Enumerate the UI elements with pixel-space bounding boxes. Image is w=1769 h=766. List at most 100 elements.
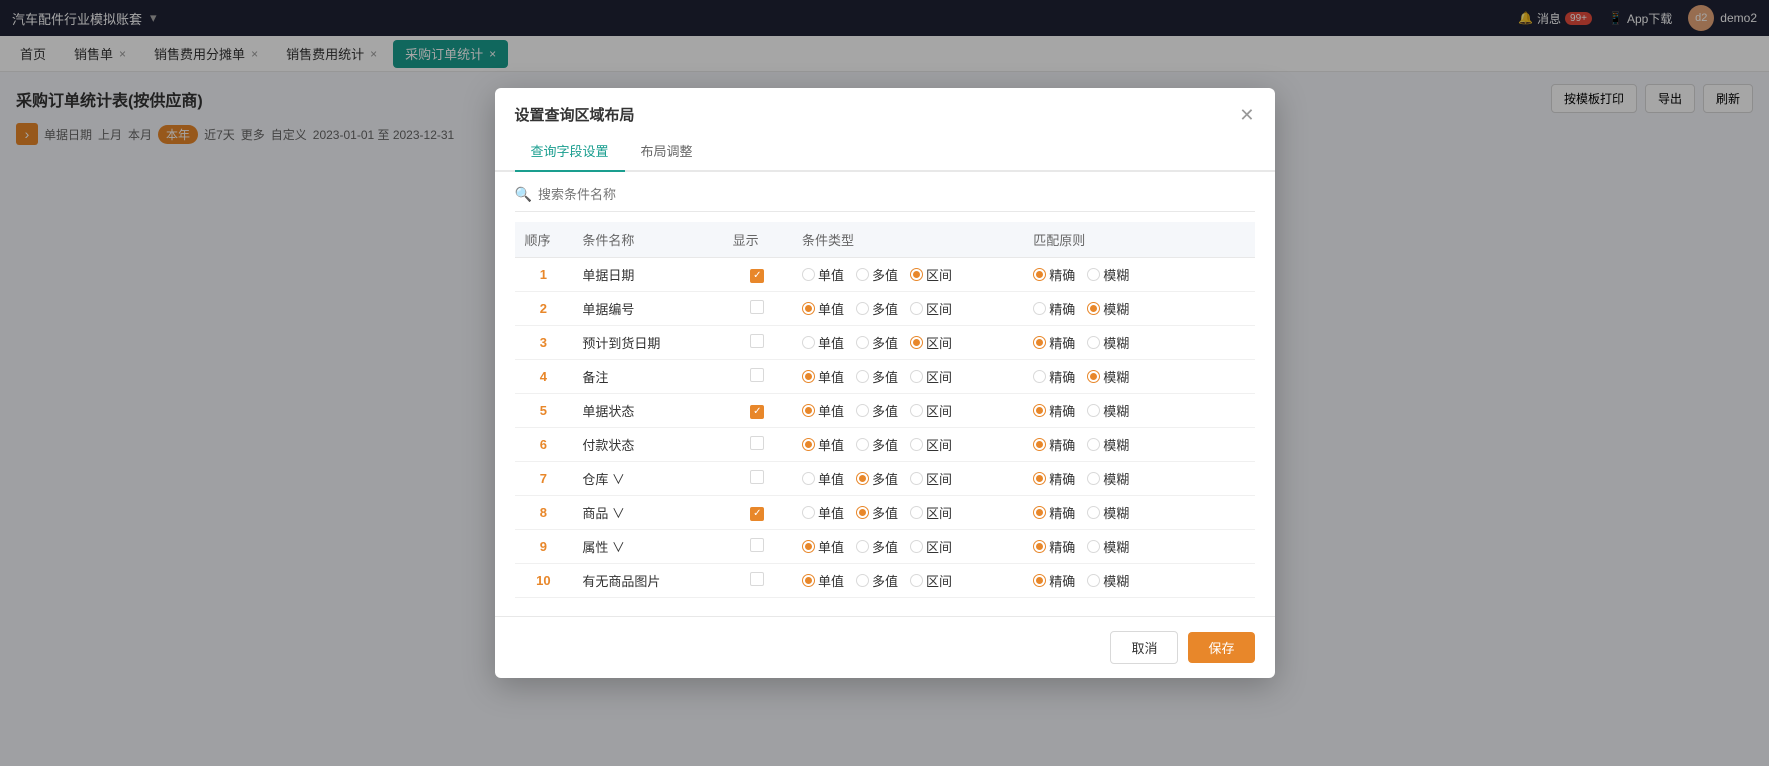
- row-display[interactable]: [723, 530, 792, 564]
- type-radio-single[interactable]: 单值: [802, 435, 844, 454]
- type-radio-range[interactable]: 区间: [910, 299, 952, 318]
- row-display[interactable]: [723, 428, 792, 462]
- display-checkbox[interactable]: [750, 436, 764, 450]
- row-display[interactable]: [723, 598, 792, 603]
- type-radio-range[interactable]: 区间: [910, 503, 952, 522]
- match-label-fuzzy: 模糊: [1103, 435, 1129, 454]
- type-radio-multi[interactable]: 多值: [856, 367, 898, 386]
- type-radio-range[interactable]: 区间: [910, 469, 952, 488]
- type-radio-single[interactable]: 单值: [802, 503, 844, 522]
- match-radio-exact[interactable]: 精确: [1033, 265, 1075, 284]
- type-label-range: 区间: [926, 435, 952, 454]
- type-radio-multi[interactable]: 多值: [856, 333, 898, 352]
- row-display[interactable]: ✓: [723, 496, 792, 530]
- match-radio-exact[interactable]: 精确: [1033, 503, 1075, 522]
- type-radio-multi[interactable]: 多值: [856, 435, 898, 454]
- type-radio-single[interactable]: 单值: [802, 401, 844, 420]
- match-radio-exact[interactable]: 精确: [1033, 435, 1075, 454]
- row-match: 精确模糊: [1023, 292, 1254, 326]
- type-radio-multi[interactable]: 多值: [856, 537, 898, 556]
- type-radio-multi[interactable]: 多值: [856, 299, 898, 318]
- display-checkbox[interactable]: [750, 334, 764, 348]
- match-radio-fuzzy[interactable]: 模糊: [1087, 333, 1129, 352]
- match-radio-exact[interactable]: 精确: [1033, 537, 1075, 556]
- radio-dot-multi: [856, 574, 869, 587]
- type-radio-group: 单值多值区间: [802, 401, 1013, 420]
- type-radio-range[interactable]: 区间: [910, 265, 952, 284]
- row-display[interactable]: [723, 462, 792, 496]
- match-radio-exact[interactable]: 精确: [1033, 333, 1075, 352]
- match-radio-fuzzy[interactable]: 模糊: [1087, 435, 1129, 454]
- display-checkbox[interactable]: [750, 538, 764, 552]
- type-label-multi: 多值: [872, 469, 898, 488]
- radio-dot-range: [910, 268, 923, 281]
- type-radio-single[interactable]: 单值: [802, 469, 844, 488]
- match-dot-exact: [1033, 472, 1046, 485]
- match-radio-fuzzy[interactable]: 模糊: [1087, 299, 1129, 318]
- match-dot-fuzzy: [1087, 540, 1100, 553]
- type-radio-range[interactable]: 区间: [910, 333, 952, 352]
- match-radio-group: 精确模糊: [1033, 537, 1244, 556]
- row-display[interactable]: ✓: [723, 258, 792, 292]
- type-radio-single[interactable]: 单值: [802, 265, 844, 284]
- type-radio-range[interactable]: 区间: [910, 401, 952, 420]
- save-button[interactable]: 保存: [1188, 632, 1254, 663]
- match-radio-fuzzy[interactable]: 模糊: [1087, 469, 1129, 488]
- row-display[interactable]: ✓: [723, 394, 792, 428]
- type-radio-range[interactable]: 区间: [910, 537, 952, 556]
- display-checkbox[interactable]: [750, 572, 764, 586]
- match-radio-exact[interactable]: 精确: [1033, 469, 1075, 488]
- row-display[interactable]: [723, 360, 792, 394]
- type-radio-range[interactable]: 区间: [910, 571, 952, 590]
- type-radio-single[interactable]: 单值: [802, 367, 844, 386]
- display-checkbox[interactable]: ✓: [750, 405, 764, 419]
- display-checkbox[interactable]: [750, 470, 764, 484]
- type-radio-multi[interactable]: 多值: [856, 265, 898, 284]
- match-radio-fuzzy[interactable]: 模糊: [1087, 503, 1129, 522]
- match-radio-exact[interactable]: 精确: [1033, 367, 1075, 386]
- type-radio-range[interactable]: 区间: [910, 367, 952, 386]
- row-display[interactable]: [723, 292, 792, 326]
- table-row: 2单据编号单值多值区间精确模糊: [515, 292, 1255, 326]
- cancel-button[interactable]: 取消: [1110, 631, 1178, 664]
- dialog-close-button[interactable]: ✕: [1239, 106, 1254, 124]
- type-label-range: 区间: [926, 503, 952, 522]
- type-label-range: 区间: [926, 571, 952, 590]
- display-checkbox[interactable]: [750, 300, 764, 314]
- search-input[interactable]: [538, 187, 1255, 202]
- type-label-range: 区间: [926, 367, 952, 386]
- match-radio-fuzzy[interactable]: 模糊: [1087, 265, 1129, 284]
- th-match: 匹配原则: [1023, 222, 1254, 258]
- match-radio-fuzzy[interactable]: 模糊: [1087, 537, 1129, 556]
- row-type: 单值多值 区间: [792, 428, 1023, 462]
- match-radio-fuzzy[interactable]: 模糊: [1087, 571, 1129, 590]
- display-checkbox[interactable]: ✓: [750, 507, 764, 521]
- row-display[interactable]: [723, 564, 792, 598]
- match-radio-exact[interactable]: 精确: [1033, 401, 1075, 420]
- match-radio-fuzzy[interactable]: 模糊: [1087, 367, 1129, 386]
- type-radio-multi[interactable]: 多值: [856, 401, 898, 420]
- type-radio-single[interactable]: 单值: [802, 299, 844, 318]
- display-checkbox[interactable]: [750, 368, 764, 382]
- row-name: 预计到货日期: [572, 326, 722, 360]
- match-radio-exact[interactable]: 精确: [1033, 299, 1075, 318]
- type-radio-range[interactable]: 区间: [910, 435, 952, 454]
- type-radio-single[interactable]: 单值: [802, 537, 844, 556]
- match-radio-exact[interactable]: 精确: [1033, 571, 1075, 590]
- row-order: 2: [515, 292, 573, 326]
- type-radio-single[interactable]: 单值: [802, 333, 844, 352]
- row-display[interactable]: [723, 326, 792, 360]
- type-radio-group: 单值多值 区间: [802, 367, 1013, 386]
- row-type: 单值 多值区间: [792, 258, 1023, 292]
- display-checkbox[interactable]: ✓: [750, 269, 764, 283]
- type-radio-multi[interactable]: 多值: [856, 571, 898, 590]
- type-radio-single[interactable]: 单值: [802, 571, 844, 590]
- type-radio-multi[interactable]: 多值: [856, 469, 898, 488]
- type-radio-multi[interactable]: 多值: [856, 503, 898, 522]
- type-label-multi: 多值: [872, 265, 898, 284]
- match-radio-fuzzy[interactable]: 模糊: [1087, 401, 1129, 420]
- match-radio-group: 精确模糊: [1033, 265, 1244, 284]
- tab-layout[interactable]: 布局调整: [625, 135, 709, 172]
- tab-query-fields[interactable]: 查询字段设置: [515, 135, 625, 172]
- table-row: 9属性 ∨单值多值区间精确模糊: [515, 530, 1255, 564]
